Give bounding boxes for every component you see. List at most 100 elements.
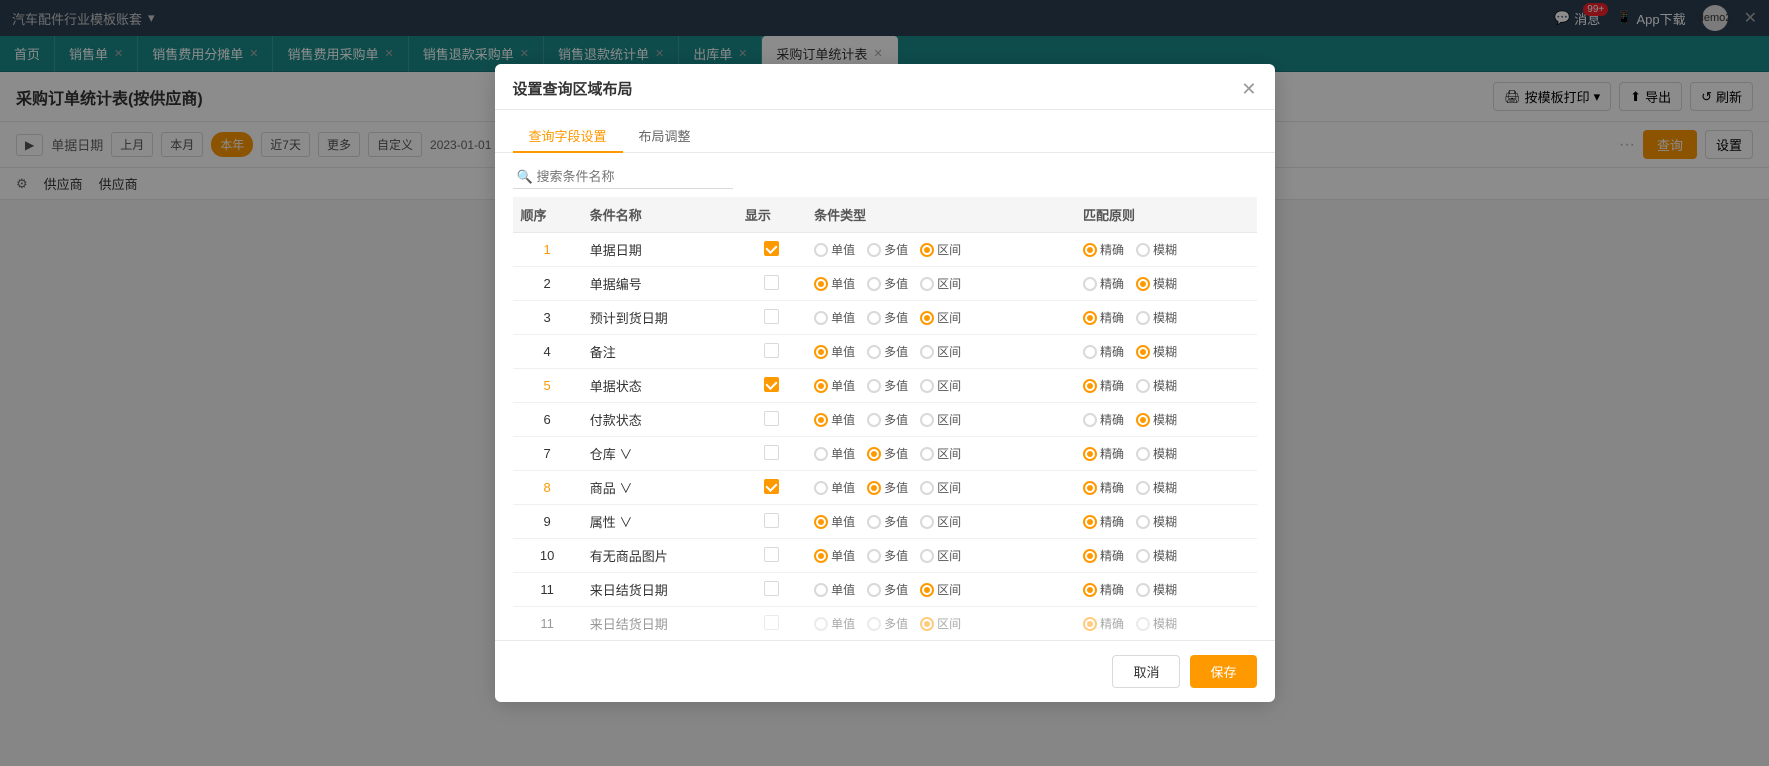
radio-match-fuzzy[interactable]: 模糊 — [1136, 479, 1177, 496]
radio-label-single: 单值 — [831, 581, 855, 598]
radio-type-multi[interactable]: 多值 — [867, 343, 908, 360]
radio-match-fuzzy[interactable]: 模糊 — [1136, 513, 1177, 530]
cancel-button[interactable]: 取消 — [1112, 655, 1180, 688]
row-checkbox[interactable] — [764, 547, 779, 562]
row-checkbox[interactable] — [764, 377, 779, 392]
row-match-group: 精确 模糊 — [1083, 513, 1249, 530]
radio-circle-single — [814, 515, 828, 529]
radio-type-multi[interactable]: 多值 — [867, 479, 908, 496]
radio-type-range[interactable]: 区间 — [920, 411, 961, 428]
radio-type-range[interactable]: 区间 — [920, 241, 961, 258]
radio-type-range[interactable]: 区间 — [920, 275, 961, 292]
radio-type-single[interactable]: 单值 — [814, 581, 855, 598]
radio-match-fuzzy[interactable]: 模糊 — [1136, 445, 1177, 462]
radio-match-fuzzy[interactable]: 模糊 — [1136, 241, 1177, 258]
radio-type-range[interactable]: 区间 — [920, 513, 961, 530]
save-button[interactable]: 保存 — [1190, 655, 1256, 688]
radio-type-single[interactable]: 单值 — [814, 241, 855, 258]
radio-label-match-fuzzy: 模糊 — [1153, 513, 1177, 530]
radio-type-single[interactable]: 单值 — [814, 411, 855, 428]
radio-circle-single — [814, 345, 828, 359]
radio-circle-single — [814, 243, 828, 257]
radio-match-exact[interactable]: 精确 — [1083, 241, 1124, 258]
radio-match-exact[interactable]: 精确 — [1083, 445, 1124, 462]
radio-type-multi[interactable]: 多值 — [867, 377, 908, 394]
radio-type-single[interactable]: 单值 — [814, 309, 855, 326]
row-checkbox[interactable] — [764, 411, 779, 426]
radio-type-single[interactable]: 单值 — [814, 343, 855, 360]
search-input[interactable] — [513, 165, 733, 189]
radio-type-multi[interactable]: 多值 — [867, 581, 908, 598]
dialog-tab-layout[interactable]: 布局调整 — [623, 120, 707, 153]
radio-match-exact[interactable]: 精确 — [1083, 377, 1124, 394]
radio-match-fuzzy[interactable]: 模糊 — [1136, 547, 1177, 564]
radio-type-multi[interactable]: 多值 — [867, 241, 908, 258]
row-checkbox[interactable] — [764, 309, 779, 324]
dialog-header: 设置查询区域布局 ✕ — [495, 64, 1275, 110]
radio-match-fuzzy[interactable]: 模糊 — [1136, 343, 1177, 360]
radio-type-range[interactable]: 区间 — [920, 445, 961, 462]
row-checkbox[interactable] — [764, 581, 779, 596]
radio-label-range: 区间 — [937, 513, 961, 530]
row-checkbox[interactable] — [764, 275, 779, 290]
radio-type-single[interactable]: 单值 — [814, 445, 855, 462]
dialog-tab-fields[interactable]: 查询字段设置 — [513, 120, 623, 153]
row-checkbox[interactable] — [764, 241, 779, 256]
radio-type-range[interactable]: 区间 — [920, 479, 961, 496]
radio-type-multi[interactable]: 多值 — [867, 411, 908, 428]
radio-match-exact[interactable]: 精确 — [1083, 513, 1124, 530]
dialog-close-button[interactable]: ✕ — [1241, 80, 1256, 98]
col-header-display: 显示 — [737, 197, 806, 233]
radio-type-multi[interactable]: 多值 — [867, 275, 908, 292]
row-type-group: 单值多值区间 — [814, 309, 1067, 326]
row-checkbox[interactable] — [764, 445, 779, 460]
radio-label-match-fuzzy: 模糊 — [1153, 309, 1177, 326]
radio-type-range[interactable]: 区间 — [920, 377, 961, 394]
radio-type-range[interactable]: 区间 — [920, 343, 961, 360]
radio-match-fuzzy[interactable]: 模糊 — [1136, 411, 1177, 428]
radio-match-exact[interactable]: 精确 — [1083, 581, 1124, 598]
dialog-footer: 取消 保存 — [495, 640, 1275, 702]
dialog-tab-layout-label: 布局调整 — [639, 129, 691, 144]
radio-match-exact[interactable]: 精确 — [1083, 547, 1124, 564]
radio-type-range[interactable]: 区间 — [920, 547, 961, 564]
radio-match-exact[interactable]: 精确 — [1083, 479, 1124, 496]
radio-type-range[interactable]: 区间 — [920, 309, 961, 326]
row-num: 3 — [544, 310, 551, 325]
cancel-label: 取消 — [1133, 665, 1159, 680]
row-match-group: 精确模糊 — [1083, 445, 1249, 462]
radio-match-exact[interactable]: 精确 — [1083, 275, 1124, 292]
radio-circle-single — [814, 549, 828, 563]
radio-type-multi[interactable]: 多值 — [867, 309, 908, 326]
radio-type-single[interactable]: 单值 — [814, 377, 855, 394]
radio-type-single[interactable]: 单值 — [814, 513, 855, 530]
radio-label-match-exact: 精确 — [1100, 445, 1124, 462]
radio-match-exact[interactable]: 精确 — [1083, 411, 1124, 428]
radio-label-range: 区间 — [937, 343, 961, 360]
radio-label-range: 区间 — [937, 581, 961, 598]
radio-type-multi[interactable]: 多值 — [867, 547, 908, 564]
row-num: 8 — [544, 480, 551, 495]
radio-match-fuzzy[interactable]: 模糊 — [1136, 581, 1177, 598]
radio-type-range[interactable]: 区间 — [920, 581, 961, 598]
radio-type-multi[interactable]: 多值 — [867, 445, 908, 462]
row-num: 5 — [544, 378, 551, 393]
table-row: 1单据日期单值多值区间精确模糊 — [513, 233, 1257, 267]
radio-circle-single — [814, 277, 828, 291]
radio-label-match-fuzzy: 模糊 — [1153, 479, 1177, 496]
radio-label-single: 单值 — [831, 377, 855, 394]
radio-circle-multi — [867, 277, 881, 291]
row-checkbox[interactable] — [764, 343, 779, 358]
row-checkbox[interactable] — [764, 513, 779, 528]
table-row-partial: 11来日结货日期单值多值区间精确模糊 — [513, 607, 1257, 641]
radio-match-fuzzy[interactable]: 模糊 — [1136, 377, 1177, 394]
radio-match-exact[interactable]: 精确 — [1083, 343, 1124, 360]
row-checkbox[interactable] — [764, 479, 779, 494]
radio-type-single[interactable]: 单值 — [814, 547, 855, 564]
radio-match-fuzzy[interactable]: 模糊 — [1136, 309, 1177, 326]
radio-type-single[interactable]: 单值 — [814, 479, 855, 496]
radio-type-multi[interactable]: 多值 — [867, 513, 908, 530]
radio-match-fuzzy[interactable]: 模糊 — [1136, 275, 1177, 292]
radio-match-exact[interactable]: 精确 — [1083, 309, 1124, 326]
radio-type-single[interactable]: 单值 — [814, 275, 855, 292]
